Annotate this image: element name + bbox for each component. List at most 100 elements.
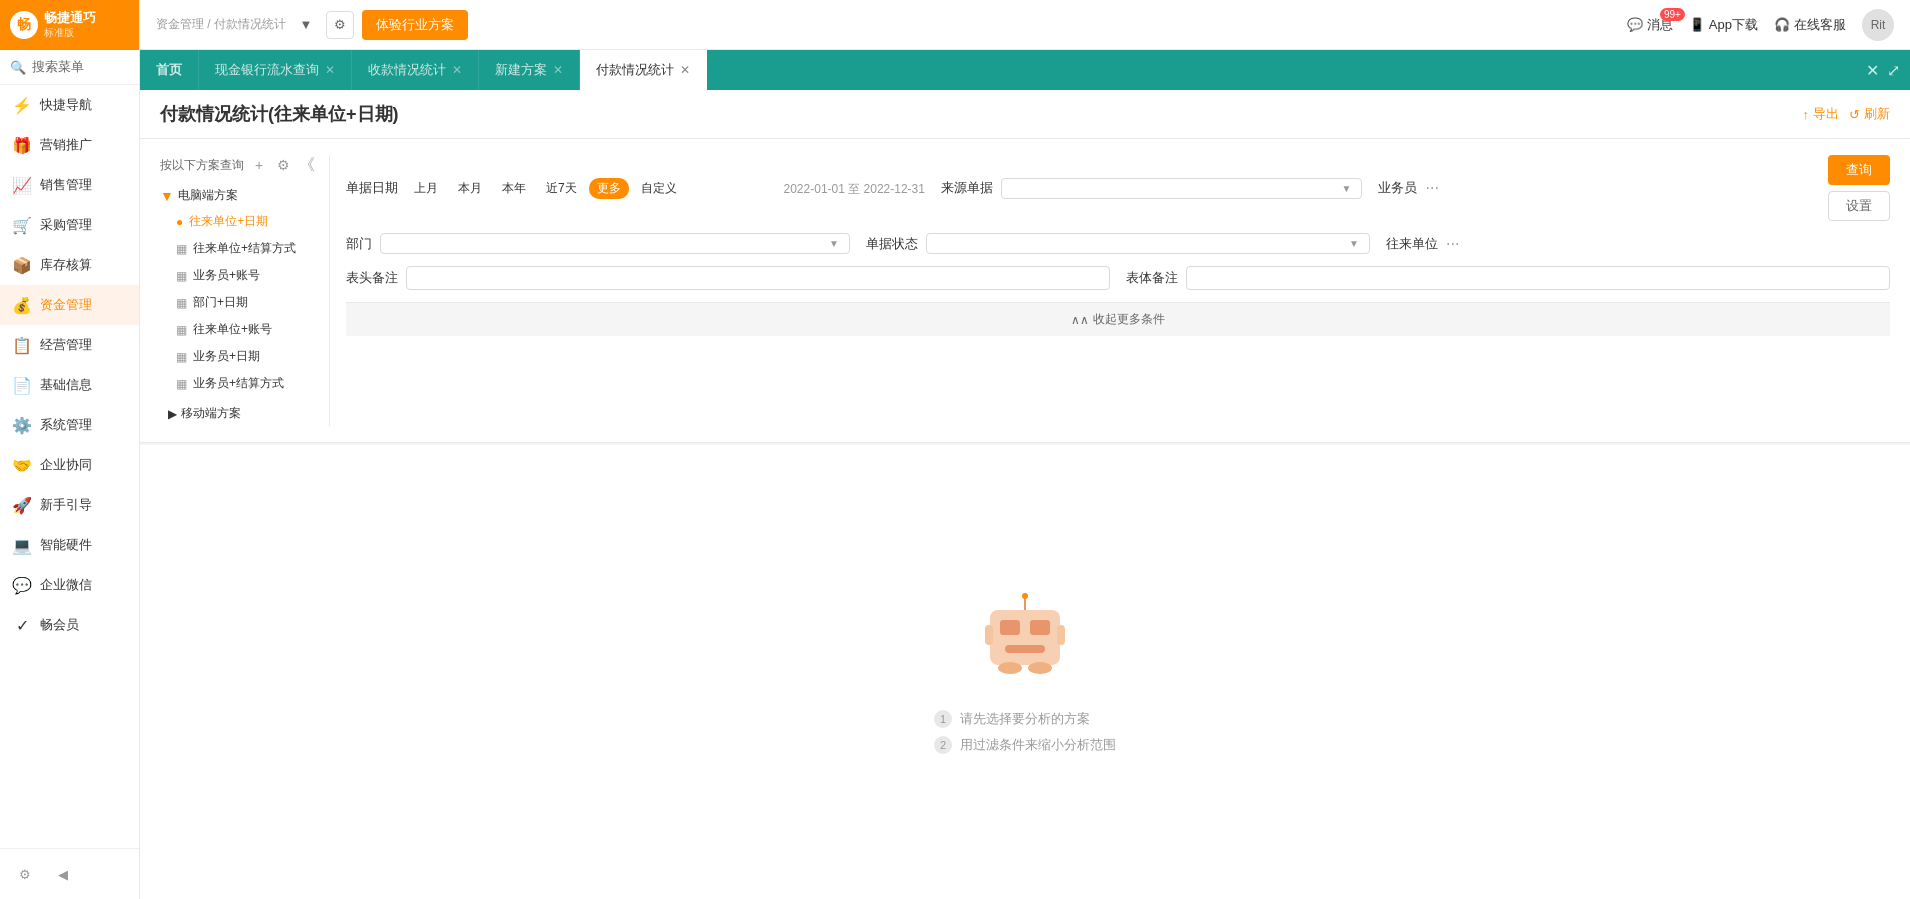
sidebar-item-label: 畅会员 [40, 616, 79, 634]
tab-maximize-btn[interactable]: ⤢ [1887, 61, 1900, 80]
filter-table-body-note: 表体备注 [1126, 266, 1890, 290]
sidebar-item-operation[interactable]: 📋 经营管理 [0, 325, 139, 365]
sidebar-item-system[interactable]: ⚙️ 系统管理 [0, 405, 139, 445]
tab-receivable-label: 收款情况统计 [368, 61, 446, 79]
sidebar-search[interactable]: 🔍 搜索菜单 [0, 50, 139, 85]
header-settings-btn[interactable]: ⚙ [326, 11, 354, 39]
mobile-group-header[interactable]: ▶ 移动端方案 [160, 401, 317, 426]
scheme-item-label: 业务员+结算方式 [193, 375, 284, 392]
scheme-item-label: 往来单位+日期 [189, 213, 268, 230]
chevron-up-icon: ∧∧ [1071, 313, 1089, 327]
sidebar-item-capital[interactable]: 💰 资金管理 [0, 285, 139, 325]
sidebar-item-purchase[interactable]: 🛒 采购管理 [0, 205, 139, 245]
filter-partner: 往来单位 ··· [1386, 235, 1890, 253]
last-month-btn[interactable]: 上月 [406, 178, 446, 199]
settings-btn[interactable]: 设置 [1828, 191, 1890, 221]
notification-badge: 99+ [1660, 8, 1685, 21]
filter-source: 来源单据 ▼ [941, 178, 1363, 199]
svg-rect-3 [1005, 645, 1045, 653]
query-btn[interactable]: 查询 [1828, 155, 1890, 185]
sidebar-item-marketing[interactable]: 🎁 营销推广 [0, 125, 139, 165]
partner-select-btn[interactable]: ··· [1446, 235, 1459, 253]
source-select[interactable]: ▼ [1001, 178, 1363, 199]
schemes-collapse-btn[interactable]: 《 [297, 155, 317, 175]
scheme-item-dept-date[interactable]: ▦ 部门+日期 [160, 289, 317, 316]
scheme-item-unit-date[interactable]: ● 往来单位+日期 [160, 208, 317, 235]
doc-status-select[interactable]: ▼ [926, 233, 1370, 254]
sidebar-item-basic[interactable]: 📄 基础信息 [0, 365, 139, 405]
sidebar-item-label: 企业微信 [40, 576, 92, 594]
sidebar-collapse-btn[interactable]: ◀ [48, 859, 78, 889]
table-body-note-input[interactable] [1186, 266, 1890, 290]
staff-label: 业务员 [1378, 179, 1417, 197]
last-7-days-btn[interactable]: 近7天 [538, 178, 585, 199]
tab-bank[interactable]: 现金银行流水查询 ✕ [199, 50, 352, 90]
schemes-add-btn[interactable]: + [249, 155, 269, 175]
sidebar-item-member[interactable]: ✓ 畅会员 [0, 605, 139, 645]
sidebar-item-label: 基础信息 [40, 376, 92, 394]
scheme-item-staff-settle[interactable]: ▦ 业务员+结算方式 [160, 370, 317, 397]
scheme-item-unit-settle[interactable]: ▦ 往来单位+结算方式 [160, 235, 317, 262]
staff-select-btn[interactable]: ··· [1425, 179, 1438, 197]
header-right: 💬 消息 99+ 📱 App下载 🎧 在线客服 Rit [1627, 9, 1894, 41]
corp-icon: 🤝 [12, 455, 32, 475]
collapse-btn[interactable]: ∧∧ 收起更多条件 [1071, 311, 1165, 328]
scheme-item-label: 业务员+账号 [193, 267, 260, 284]
tab-home[interactable]: 首页 [140, 50, 199, 90]
scheme-item-label: 往来单位+账号 [193, 321, 272, 338]
more-dates-btn[interactable]: 更多 [589, 178, 629, 199]
page-header: 付款情况统计(往来单位+日期) ↑ 导出 ↺ 刷新 [140, 90, 1910, 139]
export-label: 导出 [1813, 105, 1839, 123]
tab-payment-close[interactable]: ✕ [680, 63, 690, 77]
avatar[interactable]: Rit [1862, 9, 1894, 41]
sidebar-item-quick-nav[interactable]: ⚡ 快捷导航 [0, 85, 139, 125]
table-head-note-label: 表头备注 [346, 269, 398, 287]
scheme-item-staff-date[interactable]: ▦ 业务员+日期 [160, 343, 317, 370]
inventory-icon: 📦 [12, 255, 32, 275]
tab-payment[interactable]: 付款情况统计 ✕ [580, 50, 707, 90]
sidebar-item-sales[interactable]: 📈 销售管理 [0, 165, 139, 205]
this-month-btn[interactable]: 本月 [450, 178, 490, 199]
scheme-item-staff-account[interactable]: ▦ 业务员+账号 [160, 262, 317, 289]
notification-btn[interactable]: 💬 消息 99+ [1627, 16, 1673, 34]
desktop-group-header[interactable]: ▼ 电脑端方案 [160, 183, 317, 208]
online-service-btn[interactable]: 🎧 在线客服 [1774, 16, 1846, 34]
sidebar-item-hardware[interactable]: 💻 智能硬件 [0, 525, 139, 565]
filter-dept: 部门 ▼ [346, 233, 850, 254]
page-actions: ↑ 导出 ↺ 刷新 [1803, 105, 1891, 123]
service-label: 在线客服 [1794, 16, 1846, 34]
dept-select[interactable]: ▼ [380, 233, 850, 254]
scheme-item-unit-account[interactable]: ▦ 往来单位+账号 [160, 316, 317, 343]
export-btn[interactable]: ↑ 导出 [1803, 105, 1840, 123]
schemes-settings-btn[interactable]: ⚙ [273, 155, 293, 175]
this-year-btn[interactable]: 本年 [494, 178, 534, 199]
breadcrumb-dropdown[interactable]: ▼ [294, 13, 318, 37]
export-icon: ↑ [1803, 107, 1810, 122]
tab-receivable[interactable]: 收款情况统计 ✕ [352, 50, 479, 90]
tab-new-plan-close[interactable]: ✕ [553, 63, 563, 77]
custom-date-btn[interactable]: 自定义 [633, 178, 685, 199]
sidebar-settings-btn[interactable]: ⚙ [10, 859, 40, 889]
desktop-scheme-group: ▼ 电脑端方案 ● 往来单位+日期 ▦ 往来单位+结算方式 ▦ 业务员+账号 [160, 183, 317, 397]
sidebar-item-guide[interactable]: 🚀 新手引导 [0, 485, 139, 525]
tab-home-label: 首页 [156, 61, 182, 79]
refresh-btn[interactable]: ↺ 刷新 [1849, 105, 1890, 123]
app-download-btn[interactable]: 📱 App下载 [1689, 16, 1758, 34]
sidebar-item-corp[interactable]: 🤝 企业协同 [0, 445, 139, 485]
tab-bank-close[interactable]: ✕ [325, 63, 335, 77]
trial-btn[interactable]: 体验行业方案 [362, 10, 468, 40]
tab-payment-label: 付款情况统计 [596, 61, 674, 79]
mobile-scheme-group: ▶ 移动端方案 [160, 401, 317, 426]
sidebar-logo: 畅 畅捷通巧 标准版 [0, 0, 139, 50]
header-logo-area: 资金管理 / 付款情况统计 ▼ ⚙ 体验行业方案 [156, 10, 1615, 40]
sidebar-item-inventory[interactable]: 📦 库存核算 [0, 245, 139, 285]
svg-point-9 [1022, 593, 1028, 599]
tab-receivable-close[interactable]: ✕ [452, 63, 462, 77]
tab-close-all-btn[interactable]: ✕ [1866, 61, 1879, 80]
sidebar-item-wechat[interactable]: 💬 企业微信 [0, 565, 139, 605]
table-head-note-input[interactable] [406, 266, 1110, 290]
sidebar-item-label: 企业协同 [40, 456, 92, 474]
scheme-icon: ▦ [176, 323, 187, 337]
tab-new-plan[interactable]: 新建方案 ✕ [479, 50, 580, 90]
source-label: 来源单据 [941, 179, 993, 197]
